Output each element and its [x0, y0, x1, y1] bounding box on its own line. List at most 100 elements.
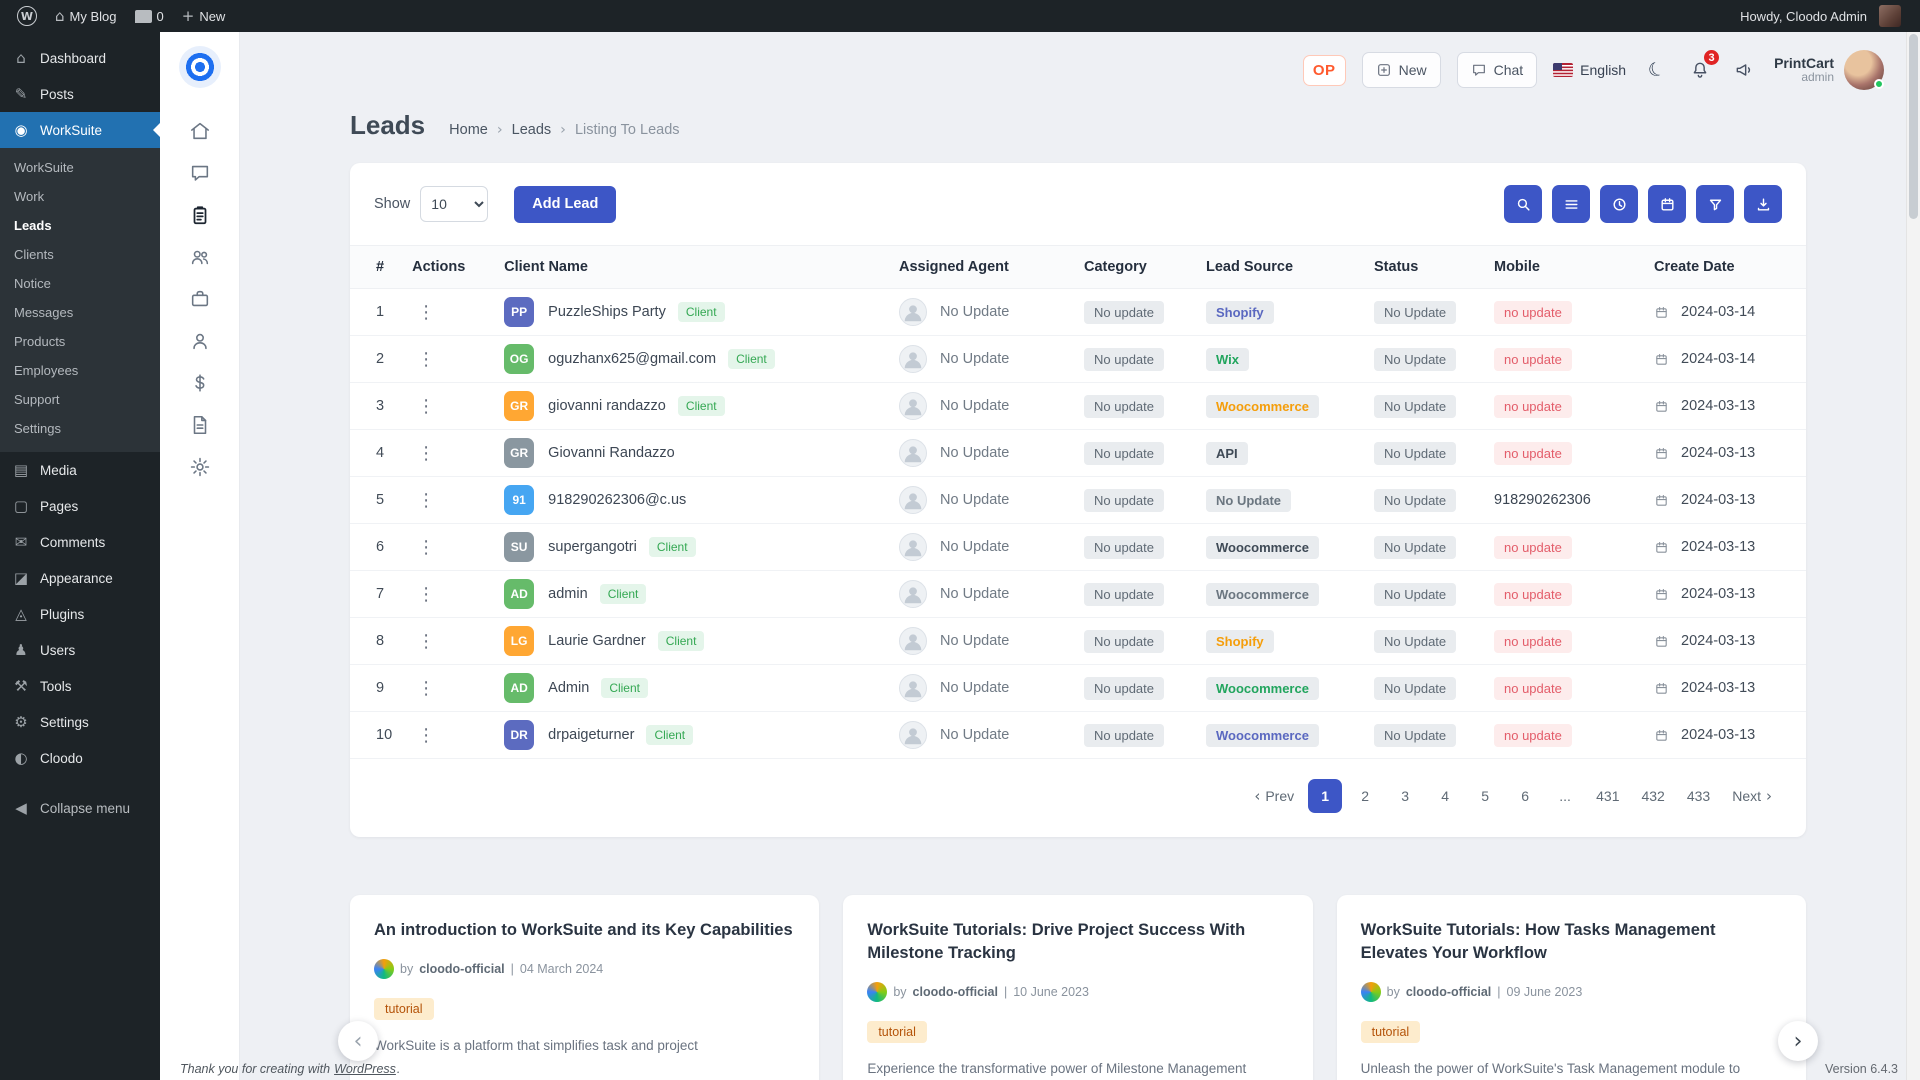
wp-menu-item[interactable]: ◬ Plugins — [0, 596, 160, 632]
wp-menu-item[interactable]: ▤ Media — [0, 452, 160, 488]
scrollbar-thumb[interactable] — [1909, 34, 1918, 219]
next-page-button[interactable]: Next › — [1724, 779, 1780, 813]
wp-menu-item[interactable]: ✎ Posts — [0, 76, 160, 112]
home-icon[interactable] — [178, 110, 222, 152]
wordpress-logo-menu[interactable]: W — [8, 0, 46, 32]
blog-tag-badge[interactable]: tutorial — [867, 1020, 927, 1043]
row-actions-button[interactable]: ⋮ — [412, 580, 440, 608]
settings-gear-icon[interactable] — [178, 446, 222, 488]
page-number-button[interactable]: 6 — [1508, 779, 1542, 813]
page-number-button[interactable]: 431 — [1588, 779, 1627, 813]
client-name[interactable]: Laurie Gardner — [548, 633, 646, 649]
row-actions-button[interactable]: ⋮ — [412, 721, 440, 749]
wp-menu-item[interactable]: ⚙ Settings — [0, 704, 160, 740]
new-button[interactable]: New — [1361, 52, 1441, 88]
wordpress-link[interactable]: WordPress — [334, 1062, 396, 1076]
howdy-account-menu[interactable]: Howdy, Cloodo Admin — [1731, 0, 1910, 32]
page-number-button[interactable]: ... — [1548, 779, 1582, 813]
wp-submenu-item[interactable]: Messages — [0, 298, 160, 327]
carousel-prev-button[interactable]: ‹ — [338, 1021, 378, 1061]
wp-submenu-item[interactable]: Work — [0, 182, 160, 211]
wp-submenu-item[interactable]: Employees — [0, 356, 160, 385]
calendar-button[interactable] — [1648, 185, 1686, 223]
site-name-link[interactable]: ⌂ My Blog — [46, 0, 126, 32]
blog-post-card[interactable]: An introduction to WorkSuite and its Key… — [350, 895, 820, 1080]
row-actions-button[interactable]: ⋮ — [412, 486, 440, 514]
language-selector[interactable]: English — [1553, 62, 1626, 78]
wp-submenu-item[interactable]: Notice — [0, 269, 160, 298]
client-name[interactable]: giovanni randazzo — [548, 398, 666, 414]
documents-icon[interactable] — [178, 404, 222, 446]
page-number-button[interactable]: 432 — [1633, 779, 1672, 813]
row-actions-button[interactable]: ⋮ — [412, 533, 440, 561]
filter-button[interactable] — [1696, 185, 1734, 223]
row-actions-button[interactable]: ⋮ — [412, 627, 440, 655]
client-name[interactable]: PuzzleShips Party — [548, 304, 666, 320]
wp-menu-item[interactable]: ◐ Cloodo — [0, 740, 160, 776]
blog-post-card[interactable]: WorkSuite Tutorials: Drive Project Succe… — [843, 895, 1313, 1080]
dark-mode-toggle[interactable]: ☾ — [1642, 56, 1670, 84]
page-number-button[interactable]: 3 — [1388, 779, 1422, 813]
client-name[interactable]: admin — [548, 586, 588, 602]
wp-menu-item[interactable]: ⌂ Dashboard — [0, 40, 160, 76]
row-actions-button[interactable]: ⋮ — [412, 298, 440, 326]
chat-icon[interactable] — [178, 152, 222, 194]
client-name[interactable]: Giovanni Randazzo — [548, 445, 675, 461]
wp-menu-item[interactable]: ✉ Comments — [0, 524, 160, 560]
blog-author-link[interactable]: cloodo-official — [913, 985, 998, 999]
blog-tag-badge[interactable]: tutorial — [374, 997, 434, 1020]
wp-submenu-item[interactable]: WorkSuite — [0, 153, 160, 182]
clients-icon[interactable] — [178, 236, 222, 278]
history-button[interactable] — [1600, 185, 1638, 223]
blog-post-card[interactable]: WorkSuite Tutorials: How Tasks Managemen… — [1336, 895, 1806, 1080]
row-actions-button[interactable]: ⋮ — [412, 674, 440, 702]
blog-post-title[interactable]: WorkSuite Tutorials: How Tasks Managemen… — [1361, 919, 1782, 965]
row-actions-button[interactable]: ⋮ — [412, 439, 440, 467]
prev-page-button[interactable]: ‹ Prev — [1246, 779, 1302, 813]
page-number-button[interactable]: 1 — [1308, 779, 1343, 813]
blog-author-link[interactable]: cloodo-official — [1406, 985, 1491, 999]
profile-icon[interactable] — [178, 320, 222, 362]
wp-menu-item[interactable]: ▢ Pages — [0, 488, 160, 524]
client-name[interactable]: Admin — [548, 680, 589, 696]
list-view-button[interactable] — [1552, 185, 1590, 223]
chat-button[interactable]: Chat — [1456, 52, 1538, 88]
client-name[interactable]: drpaigeturner — [548, 727, 634, 743]
collapse-menu-button[interactable]: ◀ Collapse menu — [0, 790, 160, 826]
comments-link[interactable]: 0 — [126, 0, 173, 32]
add-lead-button[interactable]: Add Lead — [514, 185, 617, 223]
blog-post-title[interactable]: An introduction to WorkSuite and its Key… — [374, 919, 795, 942]
blog-author-link[interactable]: cloodo-official — [419, 962, 504, 976]
page-number-button[interactable]: 433 — [1679, 779, 1718, 813]
page-number-button[interactable]: 5 — [1468, 779, 1502, 813]
work-briefcase-icon[interactable] — [178, 278, 222, 320]
worksuite-logo[interactable] — [178, 46, 221, 88]
client-name[interactable]: supergangotri — [548, 539, 637, 555]
wp-menu-item[interactable]: ⚒ Tools — [0, 668, 160, 704]
carousel-next-button[interactable]: › — [1778, 1021, 1818, 1061]
op-logo-badge[interactable]: OP — [1302, 54, 1346, 86]
breadcrumb-item[interactable]: Leads — [488, 122, 552, 138]
new-content-link[interactable]: + New — [173, 0, 235, 32]
wp-menu-item[interactable]: ◪ Appearance — [0, 560, 160, 596]
announcements-button[interactable] — [1730, 56, 1758, 84]
finance-dollar-icon[interactable] — [178, 362, 222, 404]
page-number-button[interactable]: 4 — [1428, 779, 1462, 813]
wp-submenu-item[interactable]: Products — [0, 327, 160, 356]
wp-submenu-item[interactable]: Settings — [0, 414, 160, 443]
wp-menu-item[interactable]: ◉ WorkSuite — [0, 112, 160, 148]
breadcrumb-item[interactable]: Home — [449, 122, 488, 138]
row-actions-button[interactable]: ⋮ — [412, 345, 440, 373]
page-number-button[interactable]: 2 — [1348, 779, 1382, 813]
wp-submenu-item[interactable]: Leads — [0, 211, 160, 240]
user-menu[interactable]: PrintCart admin — [1774, 50, 1884, 90]
breadcrumb-item[interactable]: Listing To Leads — [551, 122, 680, 138]
scrollbar[interactable] — [1906, 32, 1920, 1080]
wp-submenu-item[interactable]: Clients — [0, 240, 160, 269]
show-entries-select[interactable]: 10 — [420, 186, 489, 222]
wp-submenu-item[interactable]: Support — [0, 385, 160, 414]
search-button[interactable] — [1504, 185, 1542, 223]
blog-tag-badge[interactable]: tutorial — [1360, 1020, 1421, 1043]
export-button[interactable] — [1744, 185, 1782, 223]
client-name[interactable]: oguzhanx625@gmail.com — [548, 351, 716, 367]
